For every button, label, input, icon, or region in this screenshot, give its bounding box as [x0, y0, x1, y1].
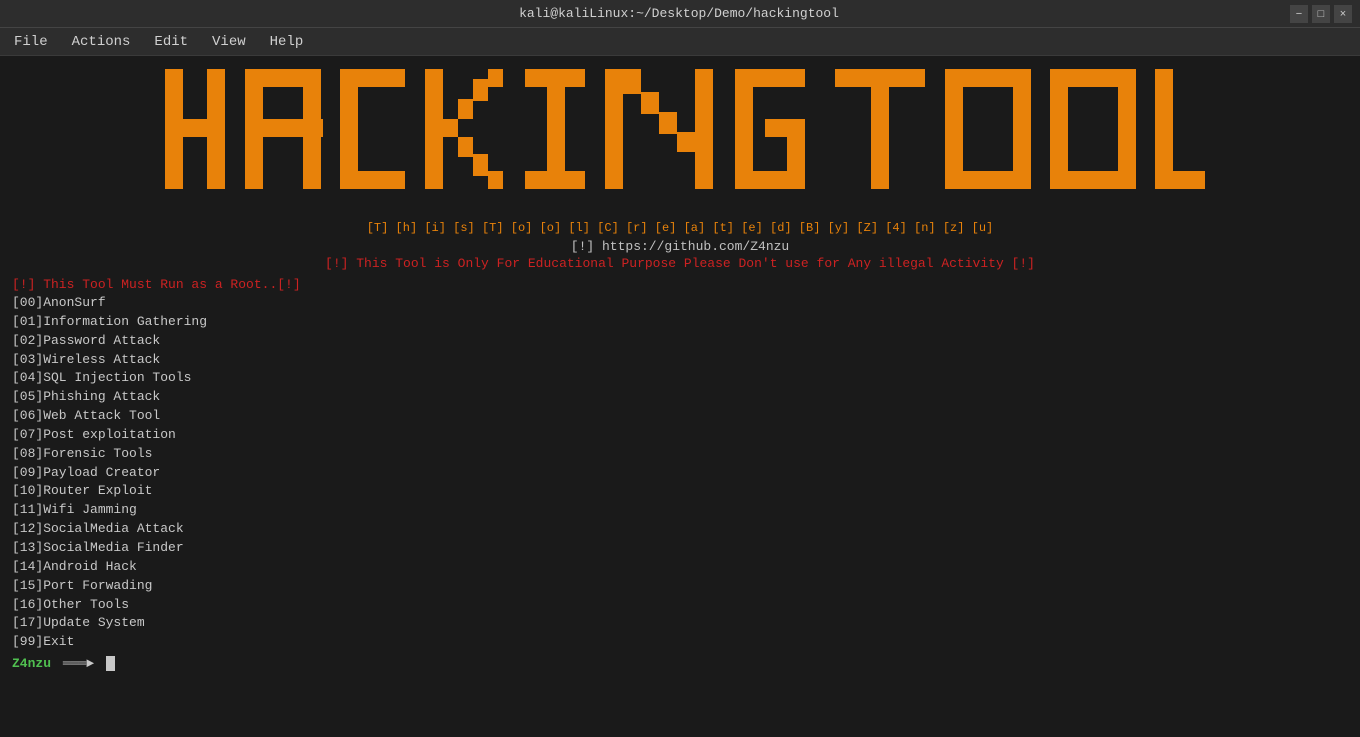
menu-list-item: [99]Exit	[12, 633, 1348, 652]
menu-list-item: [06]Web Attack Tool	[12, 407, 1348, 426]
menu-bar: File Actions Edit View Help	[0, 28, 1360, 56]
menu-list-item: [08]Forensic Tools	[12, 445, 1348, 464]
menu-list-item: [11]Wifi Jamming	[12, 501, 1348, 520]
menu-list-item: [10]Router Exploit	[12, 482, 1348, 501]
menu-list-item: [16]Other Tools	[12, 596, 1348, 615]
must-root-line: [!] This Tool Must Run as a Root..[!]	[12, 277, 1348, 292]
menu-list-item: [01]Information Gathering	[12, 313, 1348, 332]
menu-file[interactable]: File	[6, 32, 56, 52]
prompt-username: Z4nzu	[12, 656, 51, 671]
menu-list-item: [02]Password Attack	[12, 332, 1348, 351]
menu-list-item: [13]SocialMedia Finder	[12, 539, 1348, 558]
prompt-arrow: ═══►	[55, 656, 102, 671]
menu-list: [00]AnonSurf[01]Information Gathering[02…	[12, 294, 1348, 652]
menu-list-item: [17]Update System	[12, 614, 1348, 633]
cursor	[106, 656, 115, 671]
menu-list-item: [15]Port Forwading	[12, 577, 1348, 596]
menu-help[interactable]: Help	[262, 32, 312, 52]
close-button[interactable]: ×	[1334, 5, 1352, 23]
github-line: [!] https://github.com/Z4nzu	[12, 239, 1348, 254]
menu-edit[interactable]: Edit	[146, 32, 196, 52]
menu-list-item: [12]SocialMedia Attack	[12, 520, 1348, 539]
menu-list-item: [09]Payload Creator	[12, 464, 1348, 483]
menu-list-item: [00]AnonSurf	[12, 294, 1348, 313]
subtitle-line: [T] [h] [i] [s] [T] [o] [o] [l] [C] [r] …	[12, 221, 1348, 235]
title-bar: kali@kaliLinux:~/Desktop/Demo/hackingtoo…	[0, 0, 1360, 28]
ascii-banner: .px { fill: #e8820a; }	[12, 64, 1348, 219]
menu-list-item: [03]Wireless Attack	[12, 351, 1348, 370]
menu-view[interactable]: View	[204, 32, 254, 52]
window-title: kali@kaliLinux:~/Desktop/Demo/hackingtoo…	[68, 6, 1290, 21]
prompt-line: Z4nzu ═══►	[12, 656, 1348, 671]
maximize-button[interactable]: □	[1312, 5, 1330, 23]
minimize-button[interactable]: −	[1290, 5, 1308, 23]
menu-list-item: [04]SQL Injection Tools	[12, 369, 1348, 388]
menu-list-item: [07]Post exploitation	[12, 426, 1348, 445]
terminal[interactable]: .px { fill: #e8820a; }	[0, 56, 1360, 737]
menu-list-item: [05]Phishing Attack	[12, 388, 1348, 407]
window-controls[interactable]: − □ ×	[1290, 5, 1352, 23]
warning-line: [!] This Tool is Only For Educational Pu…	[12, 256, 1348, 271]
menu-list-item: [14]Android Hack	[12, 558, 1348, 577]
menu-actions[interactable]: Actions	[64, 32, 139, 52]
